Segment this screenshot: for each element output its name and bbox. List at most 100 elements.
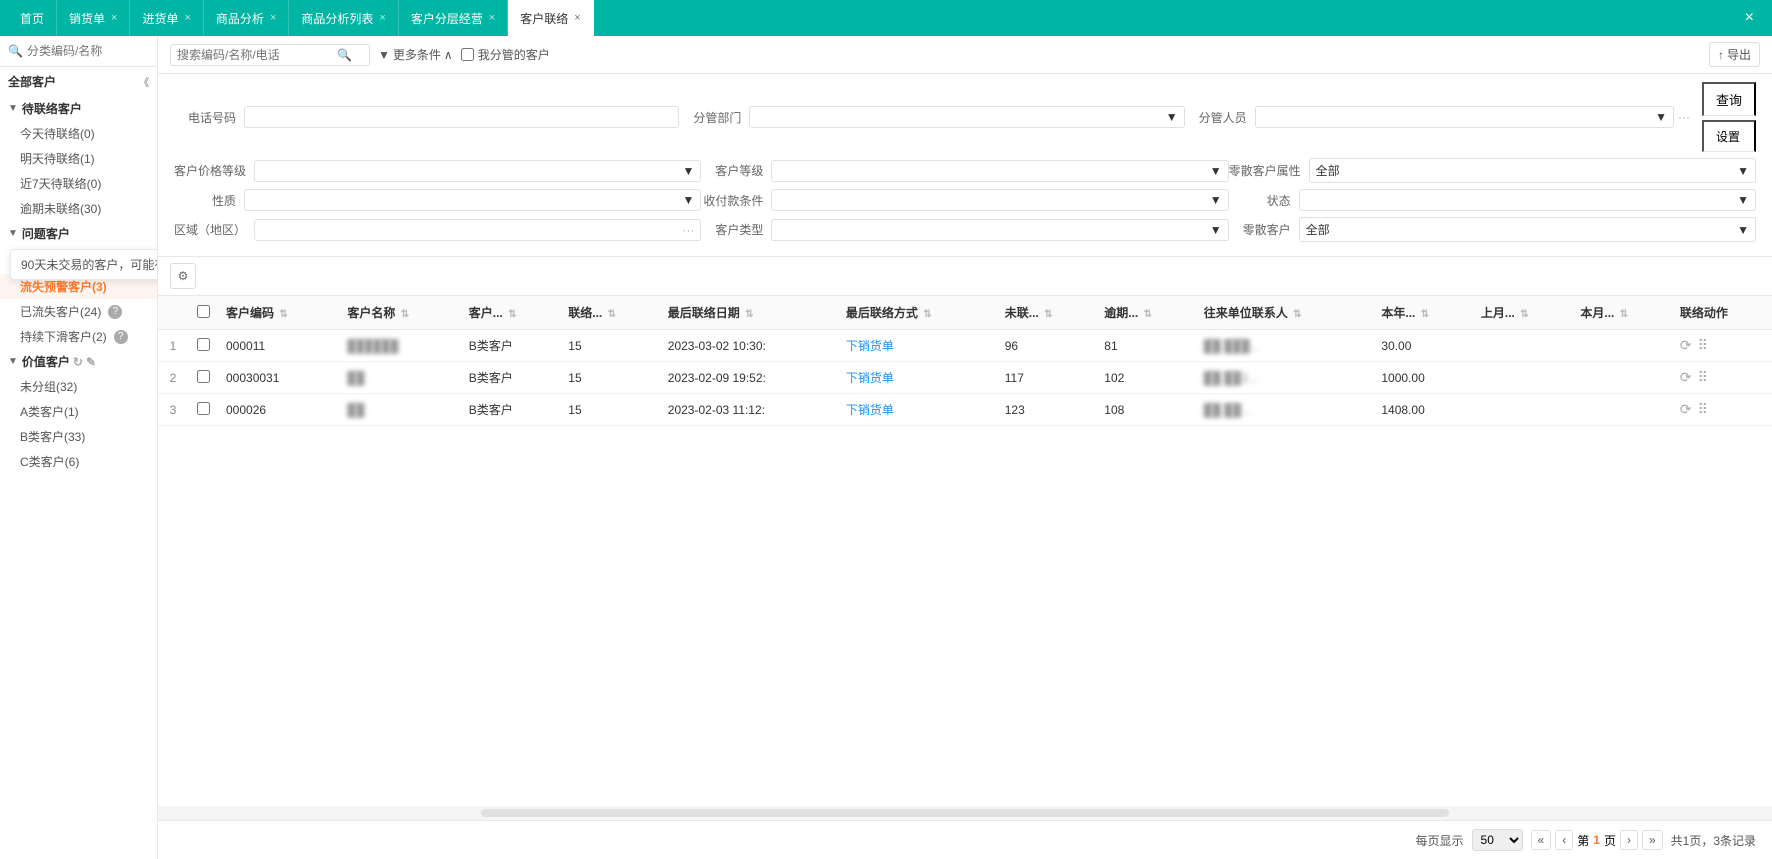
sort-contact-num-icon[interactable]: ⇅ xyxy=(608,309,616,320)
nav-product-analysis-close[interactable]: × xyxy=(270,12,276,24)
col-name[interactable]: 客户名称 ⇅ xyxy=(339,296,460,330)
sort-contact-person-icon[interactable]: ⇅ xyxy=(1293,309,1301,320)
col-last-date[interactable]: 最后联络日期 ⇅ xyxy=(660,296,838,330)
nav-customer-segment-close[interactable]: × xyxy=(489,12,495,24)
sort-last-month-icon[interactable]: ⇅ xyxy=(1520,309,1528,320)
region-more-icon[interactable]: ··· xyxy=(682,223,694,237)
last-page-button[interactable]: » xyxy=(1642,830,1663,850)
nav-sales-order[interactable]: 销货单 × xyxy=(57,0,130,36)
manager-select[interactable]: ▼ xyxy=(1255,106,1674,128)
col-this-month[interactable]: 本月... ⇅ xyxy=(1572,296,1672,330)
search-input[interactable] xyxy=(177,48,337,62)
nav-customer-contact[interactable]: 客户联络 × xyxy=(508,0,593,36)
row1-link-icon[interactable]: ⟳ xyxy=(1680,337,1692,354)
more-filter-button[interactable]: ▼ 更多条件 ∧ xyxy=(378,46,453,63)
per-page-select[interactable]: 50 20 100 xyxy=(1472,829,1523,851)
section-pending-contact[interactable]: ▼ 待联络客户 xyxy=(0,96,157,121)
sidebar-item-7days-contact[interactable]: 近7天待联络(0) xyxy=(0,171,157,196)
row1-checkbox[interactable] xyxy=(188,330,218,362)
payment-select[interactable]: ▼ xyxy=(771,189,1228,211)
sort-last-date-icon[interactable]: ⇅ xyxy=(745,309,753,320)
nav-customer-segment[interactable]: 客户分层经营 × xyxy=(399,0,508,36)
nav-product-analysis-list-close[interactable]: × xyxy=(379,12,385,24)
row1-select[interactable] xyxy=(197,338,210,351)
col-type[interactable]: 客户... ⇅ xyxy=(461,296,561,330)
nav-purchase-order[interactable]: 进货单 × xyxy=(130,0,203,36)
declining-help-icon[interactable]: ? xyxy=(114,330,128,344)
col-this-year[interactable]: 本年... ⇅ xyxy=(1373,296,1473,330)
sort-type-icon[interactable]: ⇅ xyxy=(508,309,516,320)
sidebar-item-class-c[interactable]: C类客户(6) xyxy=(0,449,157,474)
value-refresh-icon[interactable]: ↻ xyxy=(73,355,83,369)
phone-input[interactable] xyxy=(244,106,679,128)
my-customer-checkbox[interactable]: 我分管的客户 xyxy=(461,46,550,63)
sort-name-icon[interactable]: ⇅ xyxy=(401,309,409,320)
window-close-button[interactable]: × xyxy=(1735,9,1764,27)
sort-this-month-icon[interactable]: ⇅ xyxy=(1620,309,1628,320)
row2-link-icon[interactable]: ⟳ xyxy=(1680,369,1692,386)
retail-attr-select[interactable]: 全部 ▼ xyxy=(1309,158,1756,183)
query-button[interactable]: 查询 xyxy=(1702,82,1756,116)
nav-purchase-order-close[interactable]: × xyxy=(184,12,190,24)
row1-grid-icon[interactable]: ⠿ xyxy=(1698,337,1708,354)
col-overdue[interactable]: 逾期... ⇅ xyxy=(1096,296,1196,330)
sort-this-year-icon[interactable]: ⇅ xyxy=(1421,309,1429,320)
collapse-icon[interactable]: 《 xyxy=(139,74,149,89)
table-settings-button[interactable]: ⚙ xyxy=(170,263,196,289)
export-button[interactable]: ↑ 导出 xyxy=(1709,42,1760,67)
select-all-checkbox[interactable] xyxy=(197,305,210,318)
nav-product-analysis-list[interactable]: 商品分析列表 × xyxy=(289,0,398,36)
search-submit-icon[interactable]: 🔍 xyxy=(337,48,352,62)
nav-sales-order-close[interactable]: × xyxy=(111,12,117,24)
my-customer-check[interactable] xyxy=(461,48,474,61)
sidebar-item-class-b[interactable]: B类客户(33) xyxy=(0,424,157,449)
sidebar-item-class-a[interactable]: A类客户(1) xyxy=(0,399,157,424)
section-problem-customers[interactable]: ▼ 问题客户 xyxy=(0,221,157,246)
customer-level-select[interactable]: ▼ xyxy=(771,160,1228,182)
status-select[interactable]: ▼ xyxy=(1299,189,1756,211)
col-last-month[interactable]: 上月... ⇅ xyxy=(1473,296,1573,330)
customer-type-select[interactable]: ▼ xyxy=(771,219,1228,241)
sort-code-icon[interactable]: ⇅ xyxy=(279,309,287,320)
churned-help-icon[interactable]: ? xyxy=(108,305,122,319)
sidebar-all-customers[interactable]: 全部客户 《 xyxy=(0,67,157,96)
row2-checkbox[interactable] xyxy=(188,362,218,394)
value-edit-icon[interactable]: ✎ xyxy=(86,355,96,369)
row2-last-method[interactable]: 下销货单 xyxy=(838,362,997,394)
sort-last-method-icon[interactable]: ⇅ xyxy=(923,309,931,320)
sidebar-item-declining[interactable]: 持续下滑客户(2) ? xyxy=(0,324,157,349)
col-contact-num[interactable]: 联络... ⇅ xyxy=(560,296,660,330)
search-box[interactable]: 🔍 xyxy=(170,44,370,66)
nav-customer-contact-close[interactable]: × xyxy=(574,12,580,24)
col-not-contact[interactable]: 未联... ⇅ xyxy=(997,296,1097,330)
region-select[interactable]: ··· xyxy=(254,219,701,241)
price-level-select[interactable]: ▼ xyxy=(254,160,701,182)
first-page-button[interactable]: « xyxy=(1531,830,1552,850)
dept-select[interactable]: ▼ xyxy=(749,106,1184,128)
row3-grid-icon[interactable]: ⠿ xyxy=(1698,401,1708,418)
row1-last-method[interactable]: 下销货单 xyxy=(838,330,997,362)
manager-more-icon[interactable]: ··· xyxy=(1678,110,1690,124)
sort-not-contact-icon[interactable]: ⇅ xyxy=(1044,309,1052,320)
prev-page-button[interactable]: ‹ xyxy=(1555,830,1573,850)
col-contact-person[interactable]: 往来单位联系人 ⇅ xyxy=(1196,296,1374,330)
sort-overdue-icon[interactable]: ⇅ xyxy=(1144,309,1152,320)
col-last-method[interactable]: 最后联络方式 ⇅ xyxy=(838,296,997,330)
row2-select[interactable] xyxy=(197,370,210,383)
sidebar-item-tomorrow-contact[interactable]: 明天待联络(1) xyxy=(0,146,157,171)
row3-link-icon[interactable]: ⟳ xyxy=(1680,401,1692,418)
nav-product-analysis[interactable]: 商品分析 × xyxy=(204,0,289,36)
nature-select[interactable]: ▼ xyxy=(244,189,701,211)
settings-button[interactable]: 设置 xyxy=(1702,120,1756,152)
retail-customer-select[interactable]: 全部 ▼ xyxy=(1299,217,1756,242)
row2-grid-icon[interactable]: ⠿ xyxy=(1698,369,1708,386)
sidebar-item-overdue-contact[interactable]: 逾期未联络(30) xyxy=(0,196,157,221)
row3-last-method[interactable]: 下销货单 xyxy=(838,394,997,426)
sidebar-search-input[interactable] xyxy=(27,44,149,58)
sidebar-item-today-contact[interactable]: 今天待联络(0) xyxy=(0,121,157,146)
section-value-customers[interactable]: ▼ 价值客户 ↻ ✎ xyxy=(0,349,157,374)
row3-select[interactable] xyxy=(197,402,210,415)
next-page-button[interactable]: › xyxy=(1620,830,1638,850)
nav-home[interactable]: 首页 xyxy=(8,0,57,36)
sidebar-item-ungrouped[interactable]: 未分组(32) xyxy=(0,374,157,399)
